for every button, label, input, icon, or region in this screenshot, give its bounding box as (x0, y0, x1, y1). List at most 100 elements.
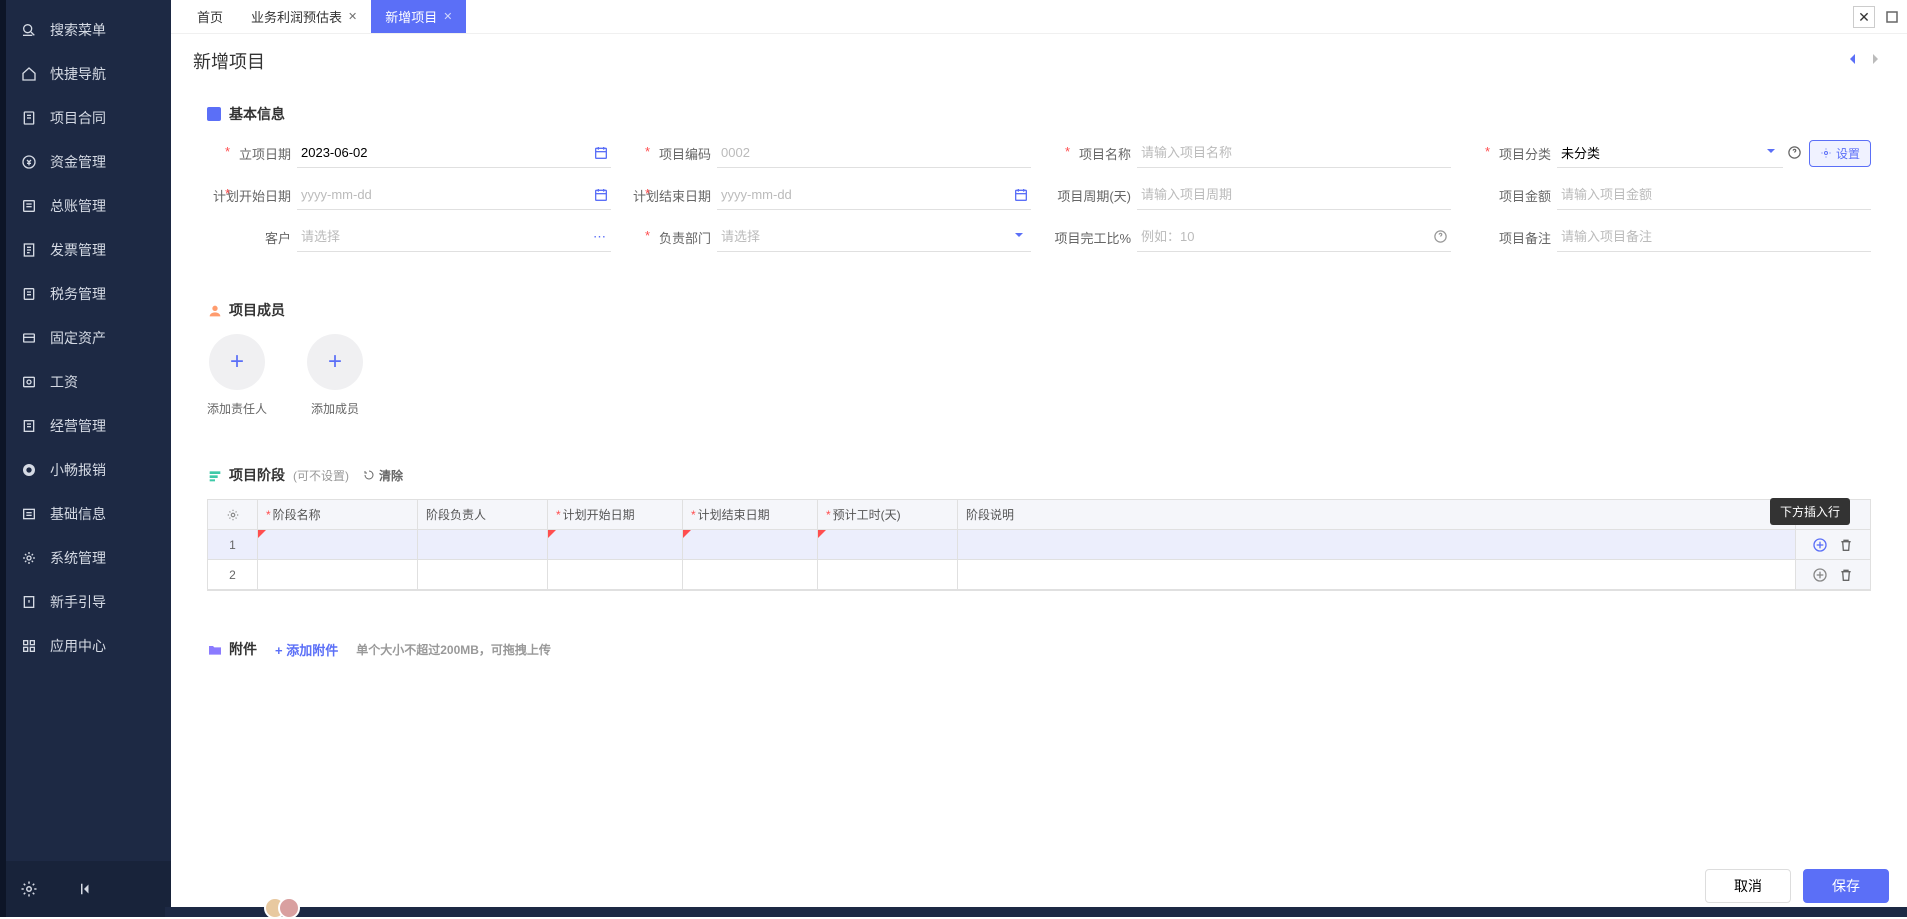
taskbar-avatars (264, 897, 292, 919)
name-input[interactable] (1137, 138, 1451, 168)
ledger-icon (20, 197, 38, 215)
section-title: 项目阶段 (229, 465, 285, 485)
cancel-button[interactable]: 取消 (1705, 869, 1791, 903)
cell-desc[interactable] (958, 530, 1796, 559)
plan-end-input[interactable] (717, 180, 1031, 210)
person-icon (207, 303, 221, 317)
cell-owner[interactable] (418, 560, 548, 589)
window-maximize-button[interactable] (1881, 6, 1903, 28)
main-area: 首页 业务利润预估表✕ 新增项目✕ ✕ 新增项目 基本信息 立项日期 (171, 0, 1907, 917)
tab-new-project[interactable]: 新增项目✕ (371, 0, 466, 33)
sidebar-label: 应用中心 (50, 636, 106, 656)
sidebar-item-expense[interactable]: 小畅报销 (6, 448, 171, 492)
delete-row-icon[interactable] (1838, 567, 1854, 583)
system-icon (20, 549, 38, 567)
search-icon (20, 21, 38, 39)
collapse-icon[interactable] (78, 880, 96, 898)
col-hours: 预计工时(天) (818, 500, 958, 529)
table-row[interactable]: 1 (208, 530, 1870, 560)
tab-profit-estimate[interactable]: 业务利润预估表✕ (237, 0, 371, 33)
sidebar: 搜索菜单 快捷导航 项目合同 资金管理 总账管理 发票管理 (6, 0, 171, 917)
add-row-icon[interactable] (1812, 567, 1828, 583)
home-icon (20, 65, 38, 83)
table-row[interactable]: 2 (208, 560, 1870, 590)
add-member-button[interactable]: + (307, 334, 363, 390)
chevron-down-icon[interactable] (1765, 145, 1781, 161)
chevron-down-icon[interactable] (1013, 229, 1029, 245)
add-row-icon[interactable] (1812, 537, 1828, 553)
section-subtitle: (可不设置) (293, 467, 349, 484)
sidebar-item-search[interactable]: 搜索菜单 (6, 8, 171, 52)
section-icon (207, 107, 221, 121)
window-close-button[interactable]: ✕ (1853, 6, 1875, 28)
add-member-label: 添加成员 (311, 400, 359, 417)
cell-owner[interactable] (418, 530, 548, 559)
sidebar-item-info[interactable]: 基础信息 (6, 492, 171, 536)
field-label: 项目金额 (1467, 186, 1557, 205)
complete-pct-input[interactable] (1137, 222, 1451, 252)
create-date-input[interactable] (297, 138, 611, 168)
sidebar-item-invoice[interactable]: 发票管理 (6, 228, 171, 272)
help-icon[interactable] (1433, 229, 1449, 245)
sidebar-item-assets[interactable]: 固定资产 (6, 316, 171, 360)
sidebar-item-funds[interactable]: 资金管理 (6, 140, 171, 184)
apps-icon (20, 637, 38, 655)
more-icon[interactable]: ⋯ (593, 229, 609, 245)
cell-name[interactable] (258, 560, 418, 589)
stage-icon (207, 468, 221, 482)
sidebar-item-guide[interactable]: 新手引导 (6, 580, 171, 624)
gear-icon[interactable] (20, 880, 38, 898)
cell-end[interactable] (683, 530, 818, 559)
col-desc: 阶段说明 (958, 500, 1796, 529)
row-number: 1 (208, 530, 258, 559)
calendar-icon[interactable] (593, 145, 609, 161)
sidebar-item-biz[interactable]: 经营管理 (6, 404, 171, 448)
prev-icon[interactable] (1847, 53, 1863, 69)
delete-row-icon[interactable] (1838, 537, 1854, 553)
cell-hours[interactable] (818, 530, 958, 559)
field-label: 计划开始日期 (207, 186, 297, 205)
remark-input[interactable] (1557, 222, 1871, 252)
sidebar-item-home[interactable]: 快捷导航 (6, 52, 171, 96)
close-icon[interactable]: ✕ (443, 10, 452, 23)
amount-input[interactable] (1557, 180, 1871, 210)
close-icon[interactable]: ✕ (348, 10, 357, 23)
sidebar-item-ledger[interactable]: 总账管理 (6, 184, 171, 228)
calendar-icon[interactable] (1013, 187, 1029, 203)
cell-hours[interactable] (818, 560, 958, 589)
col-plan-start: 计划开始日期 (548, 500, 683, 529)
code-input[interactable] (717, 138, 1031, 168)
cell-end[interactable] (683, 560, 818, 589)
column-settings[interactable] (208, 500, 258, 529)
calendar-icon[interactable] (593, 187, 609, 203)
sidebar-item-apps[interactable]: 应用中心 (6, 624, 171, 668)
field-label: 项目名称 (1047, 144, 1137, 163)
clear-button[interactable]: 清除 (363, 467, 403, 484)
save-button[interactable]: 保存 (1803, 869, 1889, 903)
sidebar-item-tax[interactable]: 税务管理 (6, 272, 171, 316)
col-stage-owner: 阶段负责人 (418, 500, 548, 529)
category-select[interactable] (1557, 138, 1783, 168)
config-button[interactable]: 设置 (1809, 140, 1871, 167)
customer-select[interactable] (297, 222, 611, 252)
dept-select[interactable] (717, 222, 1031, 252)
sidebar-item-salary[interactable]: 工资 (6, 360, 171, 404)
biz-icon (20, 417, 38, 435)
next-icon[interactable] (1869, 53, 1885, 69)
sidebar-label: 基础信息 (50, 504, 106, 524)
sidebar-item-system[interactable]: 系统管理 (6, 536, 171, 580)
doc-icon (20, 109, 38, 127)
add-owner-button[interactable]: + (209, 334, 265, 390)
field-label: 项目完工比% (1047, 228, 1137, 247)
add-attachment-link[interactable]: + 添加附件 (275, 640, 338, 659)
cell-desc[interactable] (958, 560, 1796, 589)
help-icon[interactable] (1787, 145, 1803, 161)
cell-name[interactable] (258, 530, 418, 559)
tab-bar: 首页 业务利润预估表✕ 新增项目✕ ✕ (171, 0, 1907, 34)
sidebar-item-project[interactable]: 项目合同 (6, 96, 171, 140)
plan-start-input[interactable] (297, 180, 611, 210)
cell-start[interactable] (548, 530, 683, 559)
cell-start[interactable] (548, 560, 683, 589)
cycle-input[interactable] (1137, 180, 1451, 210)
tab-home[interactable]: 首页 (183, 0, 237, 33)
